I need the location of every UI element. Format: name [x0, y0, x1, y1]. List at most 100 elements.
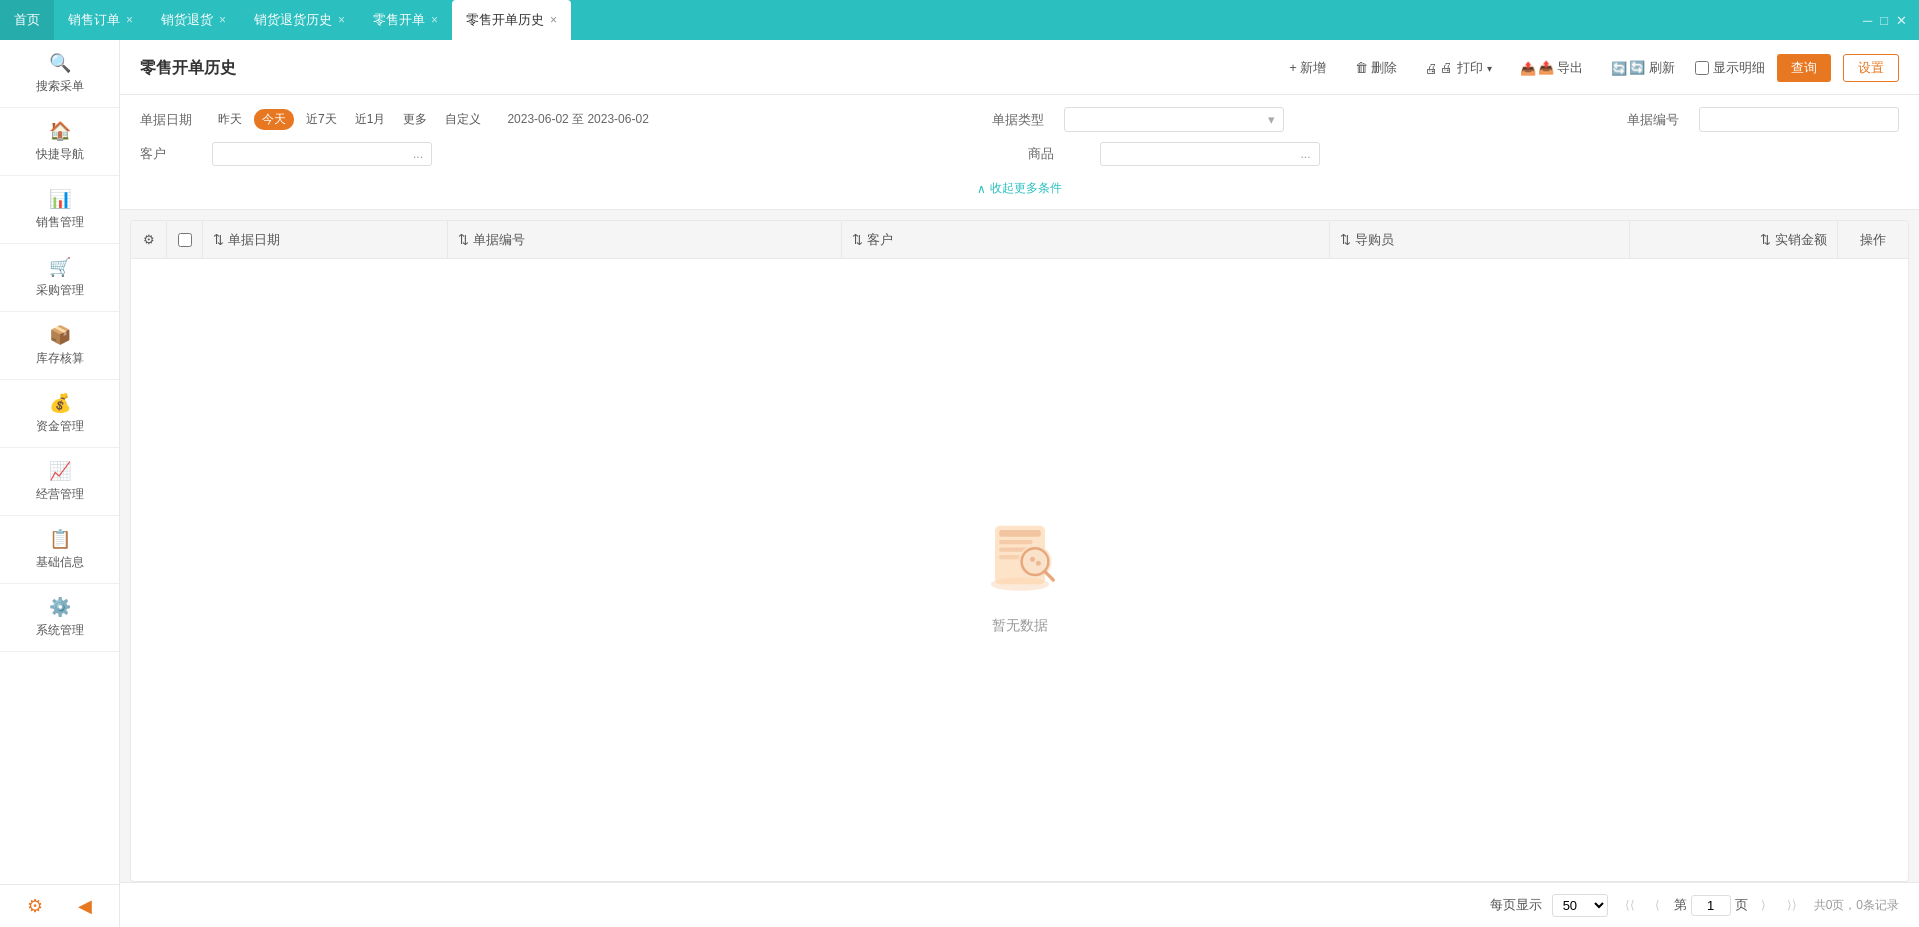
query-button[interactable]: 查询 — [1777, 54, 1831, 82]
sidebar-label-basic-info: 基础信息 — [36, 554, 84, 571]
sidebar-item-finance[interactable]: 💰 资金管理 — [0, 380, 119, 448]
tab-close-retail-open-history[interactable]: × — [550, 13, 557, 27]
table-area: ⚙ ⇅ 单据日期 ⇅ 单据编号 ⇅ 客户 ⇅ — [130, 220, 1909, 882]
tab-retail-open[interactable]: 零售开单 × — [359, 0, 452, 40]
sidebar-icon-basic-info: 📋 — [49, 528, 71, 550]
page-header: 零售开单历史 + 新增 🗑 删除 🖨 🖨 打印 ▾ 📤 📤 导出 🔄 — [120, 40, 1919, 95]
sidebar-item-inventory[interactable]: 📦库存核算 — [0, 312, 119, 380]
sidebar-label-inventory: 库存核算 — [36, 350, 84, 367]
svg-point-9 — [1030, 557, 1035, 562]
tab-label-sales-order: 销售订单 — [68, 11, 120, 29]
sidebar-icon-search-purchase: 🔍 — [49, 52, 71, 74]
doc-type-select[interactable]: ▾ — [1064, 107, 1284, 132]
show-detail-label: 显示明细 — [1713, 59, 1765, 77]
sidebar-item-system[interactable]: ⚙️系统管理 — [0, 584, 119, 652]
sidebar-item-search-purchase[interactable]: 🔍搜索采单 — [0, 40, 119, 108]
tab-label-retail-open-history: 零售开单历史 — [466, 11, 544, 29]
collapse-label: 收起更多条件 — [990, 180, 1062, 197]
date-opt-last1month[interactable]: 近1月 — [349, 109, 392, 130]
th-customer-sort-icon: ⇅ — [852, 232, 863, 247]
total-info: 共0页，0条记录 — [1814, 897, 1899, 914]
customer-select[interactable]: ... — [212, 142, 432, 166]
tab-sales-return-history[interactable]: 销货退货历史× — [240, 0, 359, 40]
doc-num-label: 单据编号 — [1627, 111, 1683, 129]
th-amount[interactable]: ⇅ 实销金额 — [1630, 221, 1838, 258]
sidebar-icon-purchase-mgmt: 🛒 — [49, 256, 71, 278]
page-label-after: 页 — [1735, 896, 1748, 914]
sidebar-item-purchase-mgmt[interactable]: 🛒采购管理 — [0, 244, 119, 312]
print-dropdown-icon: ▾ — [1487, 63, 1492, 74]
last-page-btn[interactable]: ⟩⟩ — [1780, 893, 1804, 917]
next-page-btn[interactable]: ⟩ — [1752, 893, 1776, 917]
th-amount-sort-icon: ⇅ — [1760, 232, 1771, 247]
column-settings-icon[interactable]: ⚙ — [143, 232, 155, 247]
sidebar-item-basic-info[interactable]: 📋 基础信息 — [0, 516, 119, 584]
date-options: 昨天今天近7天近1月更多自定义 — [212, 109, 487, 130]
date-opt-yesterday[interactable]: 昨天 — [212, 109, 248, 130]
date-opt-custom[interactable]: 自定义 — [439, 109, 487, 130]
svg-point-10 — [1035, 561, 1040, 566]
sidebar-item-quick-nav[interactable]: 🏠快捷导航 — [0, 108, 119, 176]
page-input[interactable] — [1691, 895, 1731, 916]
tab-label-sales-return: 销货退货 — [161, 11, 213, 29]
top-bar: 首页销售订单×销货退货×销货退货历史×零售开单×零售开单历史× ─ □ ✕ — [0, 0, 1919, 40]
prev-page-btn[interactable]: ⟨ — [1646, 893, 1670, 917]
refresh-button[interactable]: 🔄 🔄 刷新 — [1603, 55, 1683, 81]
collapse-sidebar-icon[interactable]: ◀ — [78, 895, 92, 917]
tab-close-sales-return-history[interactable]: × — [338, 13, 345, 27]
settings-bottom-icon[interactable]: ⚙ — [27, 895, 43, 917]
sidebar-label-sales-mgmt: 销售管理 — [36, 214, 84, 231]
tab-close-sales-order[interactable]: × — [126, 13, 133, 27]
page-size-select[interactable]: 50 10 20 100 — [1552, 894, 1608, 917]
tab-bar: 首页销售订单×销货退货×销货退货历史×零售开单×零售开单历史× — [0, 0, 1851, 40]
add-button[interactable]: + 新增 — [1281, 55, 1334, 81]
page-title: 零售开单历史 — [140, 58, 236, 79]
date-range-display: 2023-06-02 至 2023-06-02 — [507, 111, 648, 128]
tab-sales-order[interactable]: 销售订单 × — [54, 0, 147, 40]
show-detail-input[interactable] — [1695, 61, 1709, 75]
collapse-filter-bar[interactable]: ∧ 收起更多条件 — [140, 176, 1899, 197]
tab-home[interactable]: 首页 — [0, 0, 54, 40]
sidebar-label-operations: 经营管理 — [36, 486, 84, 503]
sidebar-icon-finance: 💰 — [49, 392, 71, 414]
date-opt-today[interactable]: 今天 — [254, 109, 294, 130]
export-button[interactable]: 📤 📤 导出 — [1512, 55, 1592, 81]
th-settings[interactable]: ⚙ — [131, 221, 167, 258]
tab-retail-open-history[interactable]: 零售开单历史 × — [452, 0, 571, 40]
show-detail-checkbox[interactable]: 显示明细 — [1695, 59, 1765, 77]
doc-num-input[interactable] — [1699, 107, 1899, 132]
print-button[interactable]: 🖨 🖨 打印 ▾ — [1417, 55, 1500, 81]
close-button[interactable]: ✕ — [1896, 13, 1907, 28]
tab-sales-return[interactable]: 销货退货 × — [147, 0, 240, 40]
date-opt-more[interactable]: 更多 — [397, 109, 433, 130]
filter-bar: 单据日期 昨天今天近7天近1月更多自定义 2023-06-02 至 2023-0… — [120, 95, 1919, 210]
maximize-button[interactable]: □ — [1880, 13, 1888, 28]
empty-state: 暂无数据 — [131, 259, 1908, 881]
tab-label-retail-open: 零售开单 — [373, 11, 425, 29]
tab-close-sales-return[interactable]: × — [219, 13, 226, 27]
th-checkbox[interactable] — [167, 221, 203, 258]
sidebar-label-finance: 资金管理 — [36, 418, 84, 435]
sidebar-items: 🔍搜索采单🏠快捷导航📊销售管理🛒采购管理📦库存核算 💰 资金管理 📈经营管理 📋 基础信息… — [0, 40, 119, 652]
th-customer[interactable]: ⇅ 客户 — [842, 221, 1329, 258]
collapse-up-icon: ∧ — [977, 182, 986, 196]
first-page-btn[interactable]: ⟨⟨ — [1618, 893, 1642, 917]
th-num[interactable]: ⇅ 单据编号 — [448, 221, 842, 258]
th-salesperson[interactable]: ⇅ 导购员 — [1330, 221, 1631, 258]
goods-select[interactable]: ... — [1100, 142, 1320, 166]
settings-button[interactable]: 设置 — [1843, 54, 1899, 82]
tab-close-retail-open[interactable]: × — [431, 13, 438, 27]
select-all-checkbox[interactable] — [178, 233, 192, 247]
page-nav: ⟨⟨ ⟨ 第 页 ⟩ ⟩⟩ — [1618, 893, 1804, 917]
sidebar-item-sales-mgmt[interactable]: 📊销售管理 — [0, 176, 119, 244]
content-area: 零售开单历史 + 新增 🗑 删除 🖨 🖨 打印 ▾ 📤 📤 导出 🔄 — [120, 40, 1919, 927]
delete-button[interactable]: 🗑 删除 — [1347, 55, 1406, 81]
sidebar-item-operations[interactable]: 📈经营管理 — [0, 448, 119, 516]
doc-type-label: 单据类型 — [992, 111, 1048, 129]
print-icon: 🖨 — [1425, 61, 1438, 76]
sidebar-icon-system: ⚙️ — [49, 596, 71, 618]
th-salesperson-sort-icon: ⇅ — [1340, 232, 1351, 247]
th-date[interactable]: ⇅ 单据日期 — [203, 221, 448, 258]
date-opt-last7days[interactable]: 近7天 — [300, 109, 343, 130]
minimize-button[interactable]: ─ — [1863, 13, 1872, 28]
